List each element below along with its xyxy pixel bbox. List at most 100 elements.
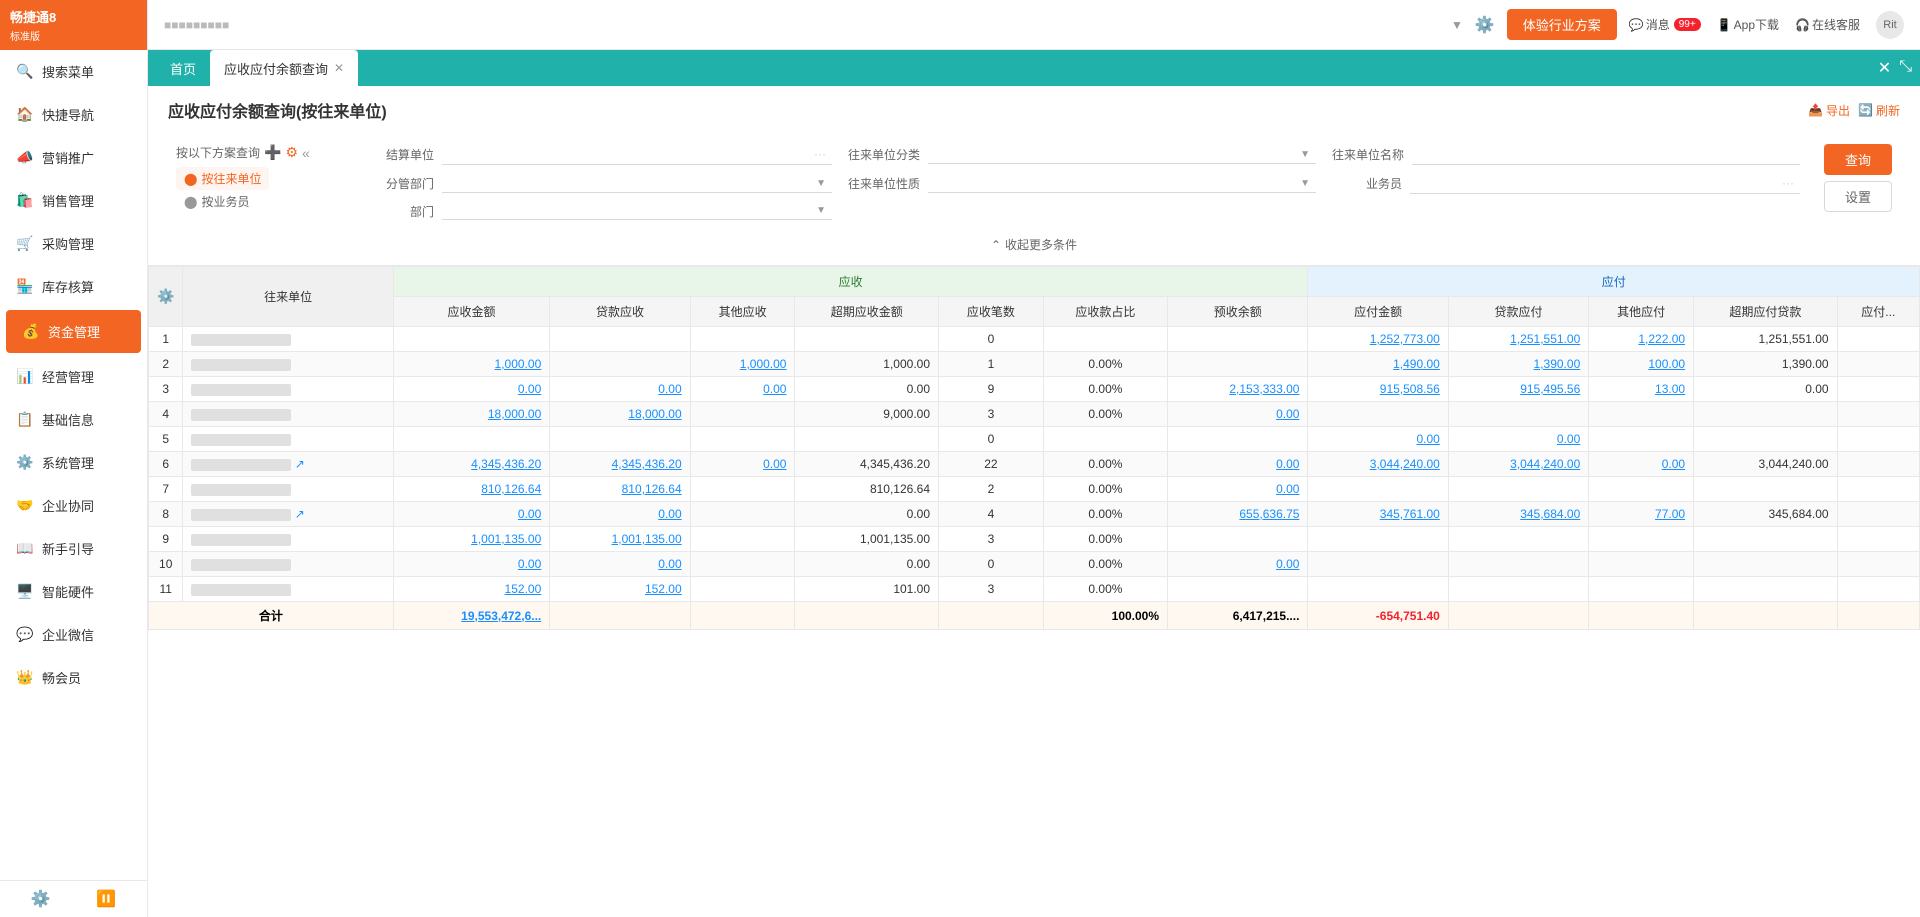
page-title: 应收应付余额查询(按往来单位) [168, 98, 387, 122]
query-button[interactable]: 查询 [1824, 144, 1892, 175]
settlement-input[interactable]: ··· [442, 144, 832, 165]
table-cell[interactable]: 915,495.56 [1448, 377, 1588, 402]
table-settings-icon[interactable]: ⚙️ [157, 288, 174, 304]
sidebar-item-marketing[interactable]: 📣 营销推广 [0, 136, 147, 179]
table-cell[interactable]: 77.00 [1589, 502, 1694, 527]
tab-arquery[interactable]: 应收应付余额查询 ✕ [210, 50, 358, 86]
sidebar-item-search[interactable]: 🔍 搜索菜单 [0, 50, 147, 93]
message-area[interactable]: 💬 消息 99+ [1629, 16, 1701, 33]
table-cell[interactable]: 0.00 [1589, 452, 1694, 477]
table-cell[interactable]: 13.00 [1589, 377, 1694, 402]
table-cell[interactable]: 0.00 [1168, 452, 1308, 477]
table-cell[interactable]: 0.00 [1168, 552, 1308, 577]
table-cell[interactable]: 1,000.00 [393, 352, 550, 377]
export-button[interactable]: 📤 导出 [1808, 102, 1850, 119]
sidebar-item-member[interactable]: 👑 畅会员 [0, 656, 147, 699]
sidebar-item-system[interactable]: ⚙️ 系统管理 [0, 441, 147, 484]
table-cell[interactable]: 0.00 [550, 502, 690, 527]
table-cell[interactable]: 18,000.00 [550, 402, 690, 427]
table-cell[interactable]: 0.00 [690, 377, 795, 402]
sidebar-item-inventory[interactable]: 🏪 库存核算 [0, 265, 147, 308]
solution-button[interactable]: 体验行业方案 [1507, 9, 1617, 40]
table-cell[interactable]: 152.00 [393, 577, 550, 602]
tab-close-icon[interactable]: ✕ [334, 61, 344, 75]
table-cell[interactable]: 1,390.00 [1448, 352, 1588, 377]
table-cell[interactable]: 1,251,551.00 [1448, 327, 1588, 352]
table-cell[interactable]: 0.00 [690, 452, 795, 477]
topbar-actions: 💬 消息 99+ 📱 App下载 🎧 在线客服 Rit [1629, 11, 1904, 39]
table-cell[interactable]: 0.00 [1448, 427, 1588, 452]
department-select[interactable]: ▼ [442, 202, 832, 220]
table-cell[interactable]: 915,508.56 [1308, 377, 1448, 402]
table-cell[interactable]: 0.00 [1168, 477, 1308, 502]
table-cell[interactable]: 655,636.75 [1168, 502, 1308, 527]
table-cell[interactable]: 810,126.64 [550, 477, 690, 502]
table-sub-header: 应收金额 贷款应收 其他应收 超期应收金额 应收笔数 应收款占比 预收余额 应付… [149, 297, 1920, 327]
collapse-row[interactable]: ⌃ 收起更多条件 [168, 232, 1900, 257]
dept-select[interactable]: ▼ [442, 175, 832, 193]
table-cell[interactable]: 0.00 [393, 502, 550, 527]
category-select[interactable]: ▼ [928, 146, 1316, 164]
table-cell: 0.00% [1043, 527, 1167, 552]
sidebar-item-weixin[interactable]: 💬 企业微信 [0, 613, 147, 656]
sidebar-item-finance[interactable]: 💰 资金管理 [6, 310, 141, 353]
filter-by-partner[interactable]: ⬤ 按往来单位 [176, 167, 269, 190]
sidebar-item-hardware[interactable]: 🖥️ 智能硬件 [0, 570, 147, 613]
table-cell[interactable]: 3,044,240.00 [1308, 452, 1448, 477]
sidebar-item-corp[interactable]: 🤝 企业协同 [0, 484, 147, 527]
table-cell [690, 477, 795, 502]
edit-scheme-icon[interactable]: ⚙ [285, 144, 298, 161]
table-cell[interactable]: 0.00 [1168, 402, 1308, 427]
tab-close-all-icon[interactable]: ✕ [1878, 58, 1891, 78]
table-cell[interactable]: 18,000.00 [393, 402, 550, 427]
table-cell[interactable]: 4,345,436.20 [550, 452, 690, 477]
table-cell[interactable]: 0.00 [393, 552, 550, 577]
sidebar-item-purchase[interactable]: 🛒 采购管理 [0, 222, 147, 265]
tab-home[interactable]: 首页 [156, 50, 210, 86]
table-cell[interactable]: 0.00 [393, 377, 550, 402]
salesperson-input[interactable]: ··· [1410, 173, 1800, 194]
table-cell[interactable]: 1,252,773.00 [1308, 327, 1448, 352]
sidebar-item-sales[interactable]: 🛍️ 销售管理 [0, 179, 147, 222]
footer-ar-amount[interactable]: 19,553,472,6... [393, 602, 550, 630]
app-download[interactable]: 📱 App下载 [1717, 16, 1779, 33]
table-cell[interactable]: 1,001,135.00 [393, 527, 550, 552]
dropdown-icon[interactable]: ▼ [1451, 18, 1463, 32]
sidebar-item-management[interactable]: 📊 经营管理 [0, 355, 147, 398]
avatar[interactable]: Rit [1876, 11, 1904, 39]
sidebar-item-basic[interactable]: 📋 基础信息 [0, 398, 147, 441]
table-cell[interactable]: 1,490.00 [1308, 352, 1448, 377]
sidebar-item-quicknav[interactable]: 🏠 快捷导航 [0, 93, 147, 136]
table-cell[interactable]: 4,345,436.20 [393, 452, 550, 477]
table-cell[interactable]: 1,000.00 [690, 352, 795, 377]
th-settings[interactable]: ⚙️ [149, 267, 183, 327]
table-cell: 1,000.00 [795, 352, 939, 377]
filter-by-salesperson[interactable]: ⬤ 按业务员 [176, 190, 257, 213]
table-cell[interactable]: 345,684.00 [1448, 502, 1588, 527]
table-cell[interactable]: 345,761.00 [1308, 502, 1448, 527]
table-cell[interactable]: 2,153,333.00 [1168, 377, 1308, 402]
table-cell[interactable]: 0.00 [550, 552, 690, 577]
collapse-scheme-icon[interactable]: « [302, 145, 310, 161]
table-cell[interactable]: 1,222.00 [1589, 327, 1694, 352]
table-cell[interactable]: 0.00 [1308, 427, 1448, 452]
table-cell[interactable]: 1,001,135.00 [550, 527, 690, 552]
table-cell[interactable]: 0.00 [550, 377, 690, 402]
add-scheme-icon[interactable]: ➕ [264, 144, 281, 161]
nature-select[interactable]: ▼ [928, 175, 1316, 193]
table-cell[interactable]: 3,044,240.00 [1448, 452, 1588, 477]
table-cell[interactable]: 100.00 [1589, 352, 1694, 377]
set-button[interactable]: 设置 [1824, 181, 1892, 212]
table-cell[interactable]: 810,126.64 [393, 477, 550, 502]
tab-expand-icon[interactable]: ⤡ [1899, 58, 1912, 78]
filter-category: 往来单位分类 ▼ [848, 144, 1316, 165]
settings-bottom-icon[interactable]: ⚙️ [31, 889, 51, 909]
table-cell[interactable]: 152.00 [550, 577, 690, 602]
collapse-icon[interactable]: ⏸️ [96, 889, 116, 909]
name-input[interactable] [1412, 144, 1800, 165]
settings-topbar-icon[interactable]: ⚙️ [1475, 15, 1495, 35]
refresh-button[interactable]: 🔄 刷新 [1858, 102, 1900, 119]
table-cell [1837, 502, 1919, 527]
online-service[interactable]: 🎧 在线客服 [1795, 16, 1860, 33]
sidebar-item-guide[interactable]: 📖 新手引导 [0, 527, 147, 570]
